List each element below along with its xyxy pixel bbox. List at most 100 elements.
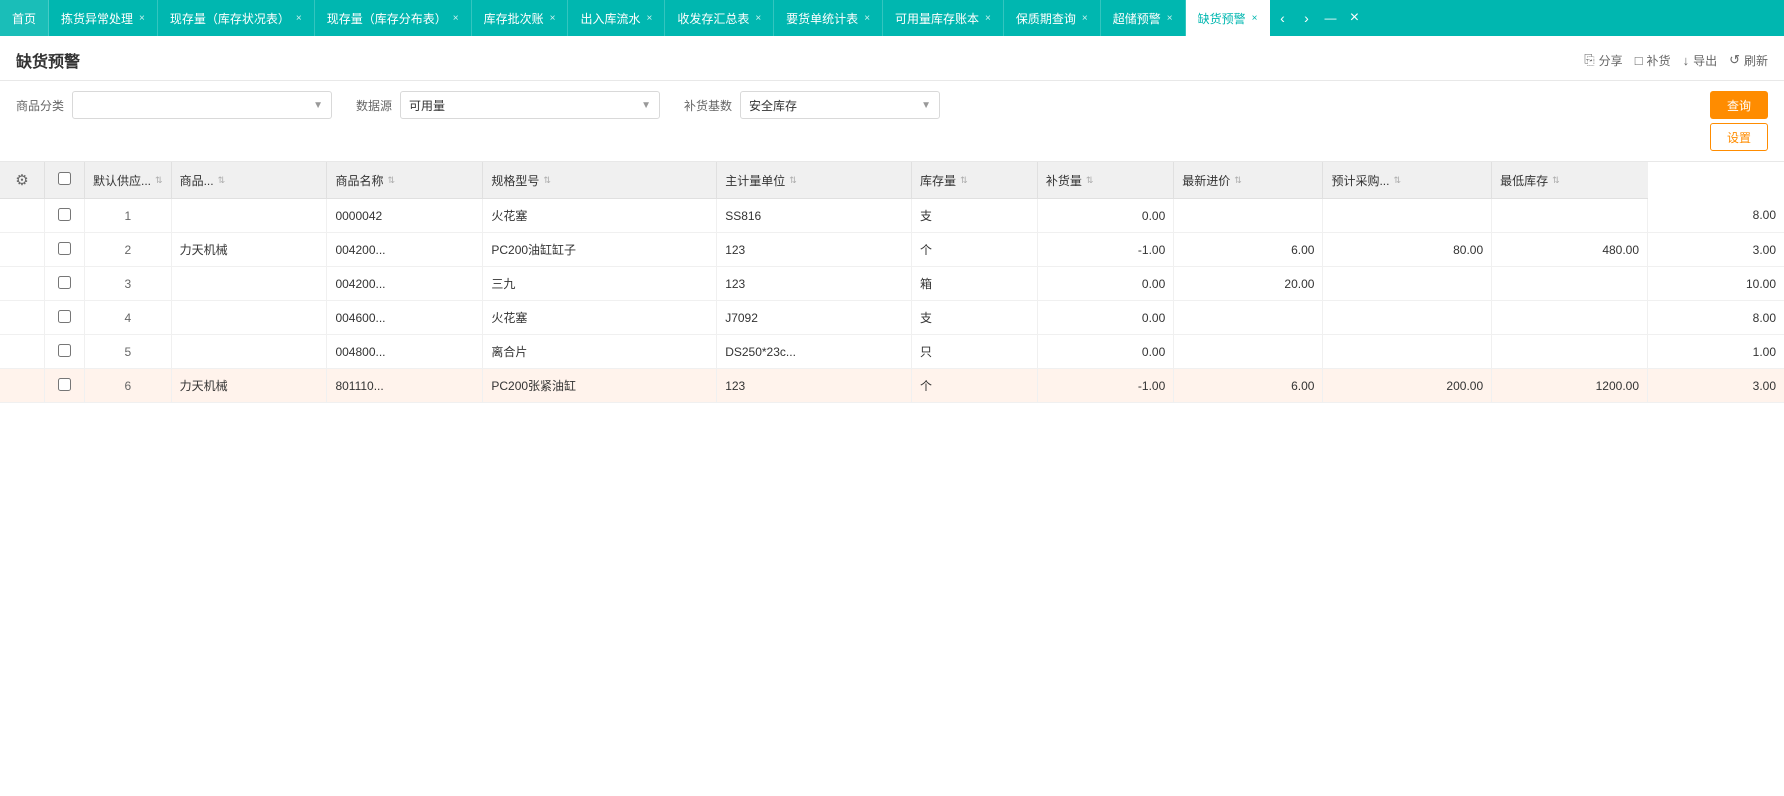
table-row: 4 004600... 火花塞 J7092 支 0.00 8.00: [0, 301, 1784, 335]
row-spec-cell-5: 123: [717, 369, 912, 403]
th-unit-sortable[interactable]: 主计量单位 ⇅: [725, 162, 903, 198]
row-spec-cell-0: SS816: [717, 199, 912, 233]
th-product-code-sortable[interactable]: 商品... ⇅: [180, 162, 319, 198]
row-min-stock-cell-1: 3.00: [1648, 233, 1784, 267]
tab-collection[interactable]: 收发存汇总表 ×: [665, 0, 774, 36]
select-all-checkbox[interactable]: [58, 172, 71, 185]
row-supplier-cell-1: 力天机械: [171, 233, 327, 267]
row-latest-price-cell-0: [1323, 199, 1492, 233]
tab-demand-stat-close[interactable]: ×: [864, 13, 870, 24]
row-checkbox-0[interactable]: [58, 208, 71, 221]
row-est-purchase-cell-5: 1200.00: [1492, 369, 1648, 403]
row-latest-price-cell-5: 200.00: [1323, 369, 1492, 403]
table-header-row: ⚙ 默认供应... ⇅ 商品... ⇅: [0, 162, 1784, 199]
tab-batch-account-label: 库存批次账: [484, 10, 544, 27]
tab-batch-account[interactable]: 库存批次账 ×: [472, 0, 569, 36]
row-supplier-cell-0: [171, 199, 327, 233]
tab-abnormal[interactable]: 拣货异常处理 ×: [49, 0, 158, 36]
table-row: 3 004200... 三九 123 箱 0.00 20.00 10.00: [0, 267, 1784, 301]
tab-available-ledger-close[interactable]: ×: [985, 13, 991, 24]
filter-actions: 查询 设置: [1710, 91, 1768, 151]
tab-expiry-label: 保质期查询: [1016, 10, 1076, 27]
row-checkbox-4[interactable]: [58, 344, 71, 357]
tab-close-btn[interactable]: ×: [1342, 0, 1366, 36]
th-spec-sortable[interactable]: 规格型号 ⇅: [491, 162, 708, 198]
tab-batch-account-close[interactable]: ×: [550, 13, 556, 24]
th-unit: 主计量单位 ⇅: [717, 162, 912, 199]
tab-inventory-dist[interactable]: 现存量（库存分布表） ×: [315, 0, 472, 36]
row-latest-price-cell-3: [1323, 301, 1492, 335]
tab-nav-prev[interactable]: ‹: [1270, 0, 1294, 36]
th-default-supplier-sortable[interactable]: 默认供应... ⇅: [93, 162, 163, 198]
tab-minimize-btn[interactable]: —: [1318, 0, 1342, 36]
row-supplier-cell-5: 力天机械: [171, 369, 327, 403]
category-label: 商品分类: [16, 97, 64, 114]
table-body: 1 0000042 火花塞 SS816 支 0.00 8.00 2 力天机械 0…: [0, 199, 1784, 403]
table-row: 5 004800... 离合片 DS250*23c... 只 0.00 1.00: [0, 335, 1784, 369]
tab-shortage-close[interactable]: ×: [1252, 13, 1258, 24]
category-select[interactable]: ▼: [72, 91, 332, 119]
row-settings-cell-2: [0, 267, 45, 301]
row-num-cell-4: 5: [85, 335, 172, 369]
row-checkbox-5[interactable]: [58, 378, 71, 391]
th-latest-price-sortable[interactable]: 最新进价 ⇅: [1182, 162, 1314, 198]
share-button[interactable]: ⎘ 分享: [1584, 52, 1622, 69]
sort-replenish-qty-icon: ⇅: [1086, 175, 1094, 186]
row-checkbox-2[interactable]: [58, 276, 71, 289]
tab-demand-stat[interactable]: 要货单统计表 ×: [774, 0, 883, 36]
refresh-button[interactable]: ↺ 刷新: [1729, 52, 1768, 69]
tab-inout-flow[interactable]: 出入库流水 ×: [568, 0, 665, 36]
tab-inventory-status-close[interactable]: ×: [296, 13, 302, 24]
tab-nav-next[interactable]: ›: [1294, 0, 1318, 36]
tab-abnormal-close[interactable]: ×: [139, 13, 145, 24]
datasource-select[interactable]: 可用量 ▼: [400, 91, 660, 119]
th-est-purchase-sortable[interactable]: 预计采购... ⇅: [1331, 162, 1483, 198]
row-est-purchase-cell-1: 480.00: [1492, 233, 1648, 267]
tab-inout-flow-label: 出入库流水: [580, 10, 640, 27]
tab-collection-close[interactable]: ×: [755, 13, 761, 24]
th-product-name-sortable[interactable]: 商品名称 ⇅: [335, 162, 474, 198]
tab-inventory-dist-close[interactable]: ×: [453, 13, 459, 24]
row-unit-cell-0: 支: [912, 199, 1038, 233]
refresh-icon: ↺: [1729, 52, 1740, 68]
replenish-label: 补货: [1647, 52, 1671, 69]
tab-overstock-close[interactable]: ×: [1167, 13, 1173, 24]
tab-inventory-status-label: 现存量（库存状况表）: [170, 10, 290, 27]
row-stock-cell-3: 0.00: [1037, 301, 1173, 335]
row-num-cell-5: 6: [85, 369, 172, 403]
sort-min-stock-icon: ⇅: [1552, 175, 1560, 186]
settings-button[interactable]: 设置: [1710, 123, 1768, 151]
row-checkbox-1[interactable]: [58, 242, 71, 255]
th-replenish-qty-sortable[interactable]: 补货量 ⇅: [1046, 162, 1165, 198]
row-checkbox-3[interactable]: [58, 310, 71, 323]
tab-overstock[interactable]: 超储预警 ×: [1101, 0, 1186, 36]
query-button[interactable]: 查询: [1710, 91, 1768, 119]
export-button[interactable]: ↓ 导出: [1683, 52, 1718, 69]
tab-inventory-dist-label: 现存量（库存分布表）: [327, 10, 447, 27]
th-latest-price: 最新进价 ⇅: [1174, 162, 1323, 199]
tab-expiry-close[interactable]: ×: [1082, 13, 1088, 24]
filter-area: 商品分类 ▼ 数据源 可用量 ▼ 补货基数 安全库存 ▼ 查询 设置: [0, 81, 1784, 162]
data-table: ⚙ 默认供应... ⇅ 商品... ⇅: [0, 162, 1784, 403]
table-row: 1 0000042 火花塞 SS816 支 0.00 8.00: [0, 199, 1784, 233]
column-settings-button[interactable]: ⚙: [8, 166, 36, 194]
replenish-button[interactable]: □ 补货: [1635, 52, 1671, 69]
export-label: 导出: [1693, 52, 1717, 69]
category-filter-group: 商品分类 ▼: [16, 91, 332, 119]
table-row: 6 力天机械 801110... PC200张紧油缸 123 个 -1.00 6…: [0, 369, 1784, 403]
tab-shortage[interactable]: 缺货预警 ×: [1186, 0, 1271, 36]
page-title: 缺货预警: [16, 48, 80, 72]
row-spec-cell-1: 123: [717, 233, 912, 267]
replenish-basis-select[interactable]: 安全库存 ▼: [740, 91, 940, 119]
th-stock-sortable[interactable]: 库存量 ⇅: [920, 162, 1029, 198]
refresh-label: 刷新: [1744, 52, 1768, 69]
th-min-stock-sortable[interactable]: 最低库存 ⇅: [1500, 162, 1639, 198]
tab-expiry[interactable]: 保质期查询 ×: [1004, 0, 1101, 36]
tab-available-ledger[interactable]: 可用量库存账本 ×: [883, 0, 1004, 36]
tab-home[interactable]: 首页: [0, 0, 49, 36]
th-replenish-qty: 补货量 ⇅: [1037, 162, 1173, 199]
row-num-cell-0: 1: [85, 199, 172, 233]
tab-inout-flow-close[interactable]: ×: [646, 13, 652, 24]
tab-inventory-status[interactable]: 现存量（库存状况表） ×: [158, 0, 315, 36]
row-min-stock-cell-4: 1.00: [1648, 335, 1784, 369]
